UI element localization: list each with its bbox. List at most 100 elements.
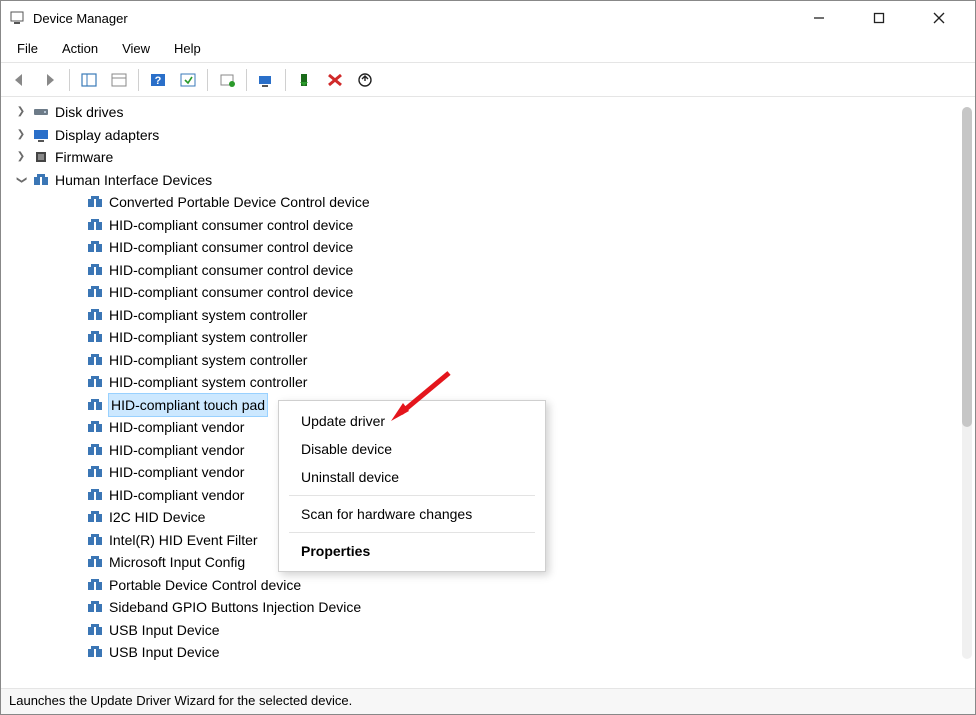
tree-label: HID-compliant system controller: [109, 304, 307, 327]
hid-icon: [87, 644, 103, 660]
toolbar: ?: [1, 63, 975, 97]
uninstall-device-button[interactable]: [352, 68, 378, 92]
tree-label: Microsoft Input Config: [109, 551, 245, 574]
context-scan-hardware[interactable]: Scan for hardware changes: [279, 500, 545, 528]
chevron-right-icon[interactable]: ❯: [15, 106, 27, 118]
close-button[interactable]: [921, 4, 957, 32]
disable-device-button[interactable]: [322, 68, 348, 92]
hid-icon: [87, 667, 103, 669]
tree-label: Firmware: [55, 146, 113, 169]
tree-label: HID-compliant vendor: [109, 484, 244, 507]
forward-button[interactable]: [37, 68, 63, 92]
tree-label: HID-compliant consumer control device: [109, 236, 353, 259]
device-row[interactable]: USB Input Device: [31, 664, 975, 670]
chevron-down-icon[interactable]: ❯: [15, 174, 27, 186]
tree-label: HID-compliant touch pad: [109, 394, 267, 417]
device-row[interactable]: Portable Device Control device: [31, 574, 975, 597]
hid-icon: [87, 532, 103, 548]
hid-icon: [87, 509, 103, 525]
chevron-right-icon[interactable]: ❯: [15, 129, 27, 141]
firmware-icon: [33, 149, 49, 165]
menu-action[interactable]: Action: [52, 37, 108, 60]
hid-icon: [87, 599, 103, 615]
hid-icon: [87, 329, 103, 345]
chevron-right-icon[interactable]: ❯: [15, 151, 27, 163]
device-row[interactable]: HID-compliant consumer control device: [31, 214, 975, 237]
context-uninstall-device[interactable]: Uninstall device: [279, 463, 545, 491]
hid-icon: [87, 464, 103, 480]
scrollbar-thumb[interactable]: [962, 107, 972, 427]
device-row[interactable]: HID-compliant consumer control device: [31, 236, 975, 259]
device-row[interactable]: HID-compliant system controller: [31, 371, 975, 394]
category-hid[interactable]: ❯ Human Interface Devices: [31, 169, 975, 192]
help-button[interactable]: ?: [145, 68, 171, 92]
tree-label: USB Input Device: [109, 641, 220, 664]
category-disk-drives[interactable]: ❯ Disk drives: [31, 101, 975, 124]
hid-icon: [87, 487, 103, 503]
tree-label: HID-compliant vendor: [109, 461, 244, 484]
tree-label: HID-compliant consumer control device: [109, 259, 353, 282]
device-row[interactable]: HID-compliant system controller: [31, 304, 975, 327]
menu-file[interactable]: File: [7, 37, 48, 60]
hid-icon: [87, 239, 103, 255]
hid-icon: [87, 307, 103, 323]
tree-label: Disk drives: [55, 101, 123, 124]
hid-icon: [87, 397, 103, 413]
devmgr-icon: [9, 10, 25, 26]
hid-icon: [87, 194, 103, 210]
device-row[interactable]: HID-compliant system controller: [31, 349, 975, 372]
hid-icon: [87, 352, 103, 368]
minimize-button[interactable]: [801, 4, 837, 32]
tree-label: HID-compliant consumer control device: [109, 214, 353, 237]
hid-icon: [87, 577, 103, 593]
window-title: Device Manager: [33, 11, 128, 26]
tree-label: HID-compliant consumer control device: [109, 281, 353, 304]
device-row[interactable]: HID-compliant consumer control device: [31, 259, 975, 282]
tree-label: USB Input Device: [109, 619, 220, 642]
properties-button[interactable]: [106, 68, 132, 92]
back-button[interactable]: [7, 68, 33, 92]
hid-icon: [87, 262, 103, 278]
svg-text:?: ?: [155, 75, 162, 87]
device-tree-pane: ❯ Disk drives ❯ Display adapters ❯ Firmw…: [1, 97, 975, 669]
statusbar-text: Launches the Update Driver Wizard for th…: [9, 693, 352, 708]
hid-icon: [87, 622, 103, 638]
device-row[interactable]: Sideband GPIO Buttons Injection Device: [31, 596, 975, 619]
annotation-arrow: [387, 369, 457, 428]
tree-label: Display adapters: [55, 124, 159, 147]
hid-icon: [87, 374, 103, 390]
hid-icon: [87, 442, 103, 458]
device-row[interactable]: HID-compliant consumer control device: [31, 281, 975, 304]
vertical-scrollbar[interactable]: [962, 107, 972, 659]
hid-icon: [87, 217, 103, 233]
hid-icon: [87, 554, 103, 570]
device-row[interactable]: USB Input Device: [31, 641, 975, 664]
device-row[interactable]: Converted Portable Device Control device: [31, 191, 975, 214]
menu-help[interactable]: Help: [164, 37, 211, 60]
menubar: File Action View Help: [1, 35, 975, 63]
category-display-adapters[interactable]: ❯ Display adapters: [31, 124, 975, 147]
action-button[interactable]: [175, 68, 201, 92]
tree-label: USB Input Device: [109, 664, 220, 670]
maximize-button[interactable]: [861, 4, 897, 32]
tree-label: HID-compliant system controller: [109, 349, 307, 372]
context-separator: [289, 532, 535, 533]
tree-label: HID-compliant vendor: [109, 416, 244, 439]
menu-view[interactable]: View: [112, 37, 160, 60]
category-firmware[interactable]: ❯ Firmware: [31, 146, 975, 169]
device-row[interactable]: USB Input Device: [31, 619, 975, 642]
scan-hardware-button[interactable]: [253, 68, 279, 92]
statusbar: Launches the Update Driver Wizard for th…: [1, 688, 975, 714]
tree-label: Sideband GPIO Buttons Injection Device: [109, 596, 361, 619]
show-hide-tree-button[interactable]: [76, 68, 102, 92]
tree-label: Intel(R) HID Event Filter: [109, 529, 258, 552]
hid-icon: [87, 284, 103, 300]
tree-label: Portable Device Control device: [109, 574, 301, 597]
display-icon: [33, 127, 49, 143]
enable-device-button[interactable]: [292, 68, 318, 92]
device-row[interactable]: HID-compliant system controller: [31, 326, 975, 349]
update-driver-button[interactable]: [214, 68, 240, 92]
context-properties[interactable]: Properties: [279, 537, 545, 565]
context-disable-device[interactable]: Disable device: [279, 435, 545, 463]
tree-label: Converted Portable Device Control device: [109, 191, 370, 214]
